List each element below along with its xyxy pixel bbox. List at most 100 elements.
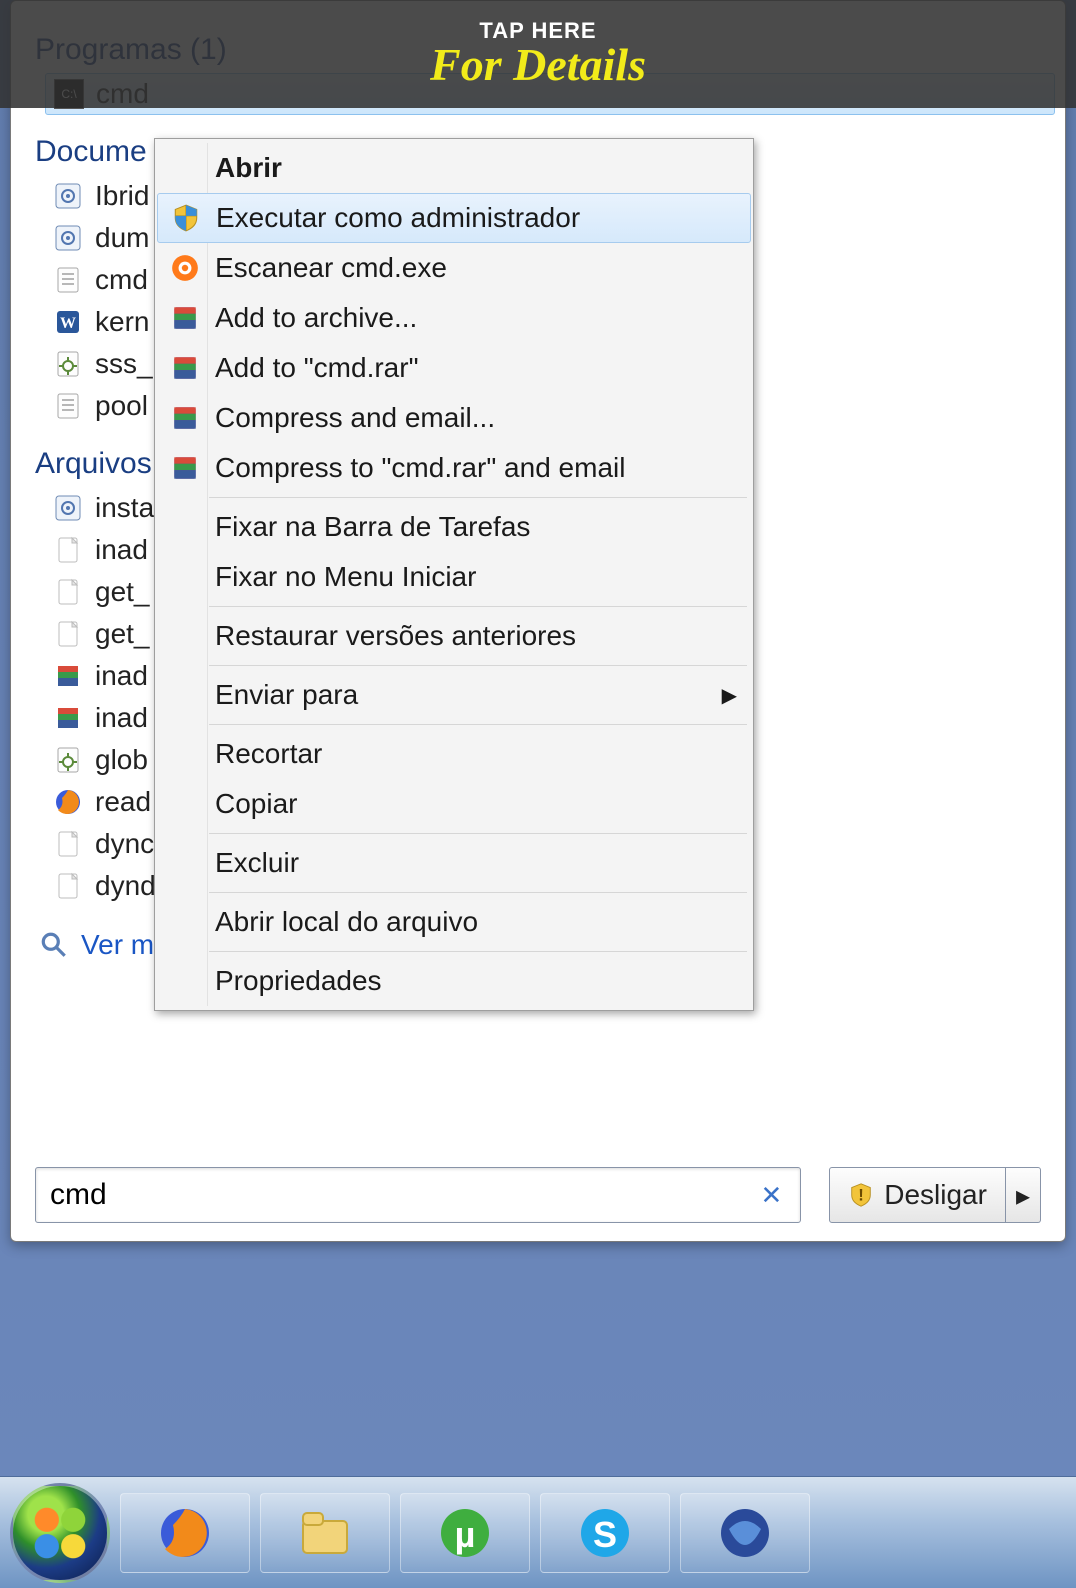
context-menu-separator	[209, 833, 747, 834]
context-menu-label: Add to archive...	[207, 302, 737, 334]
context-menu-separator	[209, 951, 747, 952]
blank-icon	[163, 557, 207, 597]
context-menu-label: Copiar	[207, 788, 737, 820]
start-button[interactable]	[10, 1483, 110, 1583]
context-menu-label: Restaurar versões anteriores	[207, 620, 737, 652]
context-menu-label: Recortar	[207, 738, 737, 770]
blank-icon	[53, 871, 83, 901]
context-menu-item[interactable]: Excluir	[157, 838, 751, 888]
txt-icon	[53, 265, 83, 295]
rar-icon	[53, 661, 83, 691]
context-menu-label: Abrir local do arquivo	[207, 906, 737, 938]
section-documentos-label: Docume	[35, 135, 147, 168]
blank-icon	[163, 148, 207, 188]
taskbar-skype[interactable]: S	[540, 1493, 670, 1573]
start-menu-footer: ✕ Desligar ▸	[35, 1167, 1041, 1223]
context-menu-label: Compress and email...	[207, 402, 737, 434]
search-icon	[39, 930, 69, 960]
txt-icon	[53, 391, 83, 421]
context-menu-label: Propriedades	[207, 965, 737, 997]
result-label: read	[95, 786, 151, 818]
shutdown-button[interactable]: Desligar	[829, 1167, 1006, 1223]
result-label: glob	[95, 744, 148, 776]
context-menu-item[interactable]: Executar como administrador	[157, 193, 751, 243]
section-programas-label: Programas (1)	[35, 33, 227, 67]
context-menu-item[interactable]: Abrir	[157, 143, 751, 193]
reg-icon	[53, 223, 83, 253]
context-menu-item[interactable]: Copiar	[157, 779, 751, 829]
blank-icon	[163, 902, 207, 942]
context-menu-item[interactable]: Fixar na Barra de Tarefas	[157, 502, 751, 552]
result-label: Ibrid	[95, 180, 149, 212]
blank-icon	[163, 734, 207, 774]
context-menu-item[interactable]: Restaurar versões anteriores	[157, 611, 751, 661]
section-programas: Programas (1)	[11, 1, 1065, 71]
result-label: inad	[95, 660, 148, 692]
context-menu-separator	[209, 892, 747, 893]
result-label: cmd	[96, 78, 149, 110]
context-menu-separator	[209, 724, 747, 725]
context-menu-label: Compress to "cmd.rar" and email	[207, 452, 737, 484]
context-menu-item[interactable]: Add to "cmd.rar"	[157, 343, 751, 393]
context-menu-separator	[209, 665, 747, 666]
context-menu-item[interactable]: Recortar	[157, 729, 751, 779]
shutdown-group: Desligar ▸	[829, 1167, 1041, 1223]
context-menu-separator	[209, 497, 747, 498]
word-icon	[53, 307, 83, 337]
context-menu-item[interactable]: Propriedades	[157, 956, 751, 1006]
rar-icon	[163, 398, 207, 438]
blank-icon	[163, 616, 207, 656]
rar-icon	[53, 703, 83, 733]
context-menu-label: Escanear cmd.exe	[207, 252, 737, 284]
clear-search-icon[interactable]: ✕	[756, 1180, 786, 1211]
section-arquivos-label: Arquivos	[35, 447, 152, 480]
blank-icon	[163, 507, 207, 547]
shutdown-label: Desligar	[884, 1179, 987, 1211]
result-label: dum	[95, 222, 149, 254]
context-menu-label: Excluir	[207, 847, 737, 879]
taskbar-utorrent[interactable]: µ	[400, 1493, 530, 1573]
svg-text:µ: µ	[455, 1514, 476, 1555]
result-label: dync	[95, 828, 154, 860]
rar-icon	[163, 348, 207, 388]
taskbar-thunderbird[interactable]	[680, 1493, 810, 1573]
rar-icon	[163, 448, 207, 488]
result-item[interactable]: C:\cmd	[45, 73, 1055, 115]
chevron-right-icon: ▶	[722, 683, 737, 708]
svg-text:S: S	[593, 1514, 617, 1555]
blank-icon	[163, 843, 207, 883]
context-menu-label: Fixar na Barra de Tarefas	[207, 511, 737, 543]
shutdown-options-button[interactable]: ▸	[1006, 1167, 1041, 1223]
context-menu-separator	[209, 606, 747, 607]
context-menu-label: Abrir	[207, 152, 737, 184]
taskbar-firefox[interactable]	[120, 1493, 250, 1573]
result-label: insta	[95, 492, 154, 524]
context-menu-item[interactable]: Abrir local do arquivo	[157, 897, 751, 947]
reg-icon	[53, 493, 83, 523]
reg-icon	[53, 181, 83, 211]
search-box[interactable]: ✕	[35, 1167, 801, 1223]
ff-icon	[53, 787, 83, 817]
context-menu-item[interactable]: Escanear cmd.exe	[157, 243, 751, 293]
blank-icon	[53, 535, 83, 565]
rar-icon	[163, 298, 207, 338]
context-menu-item[interactable]: Compress to "cmd.rar" and email	[157, 443, 751, 493]
blank-icon	[163, 784, 207, 824]
context-menu-label: Executar como administrador	[208, 202, 736, 234]
conf-icon	[53, 745, 83, 775]
blank-icon	[163, 961, 207, 1001]
avast-icon	[163, 248, 207, 288]
context-menu-item[interactable]: Enviar para▶	[157, 670, 751, 720]
context-menu: Abrir Executar como administrador Escanear…	[154, 138, 754, 1011]
search-input[interactable]	[50, 1178, 756, 1212]
context-menu-item[interactable]: Fixar no Menu Iniciar	[157, 552, 751, 602]
result-label: get_	[95, 576, 150, 608]
programas-list: C:\cmd	[11, 71, 1065, 121]
blank-icon	[53, 619, 83, 649]
result-label: get_	[95, 618, 150, 650]
context-menu-item[interactable]: Compress and email...	[157, 393, 751, 443]
context-menu-item[interactable]: Add to archive...	[157, 293, 751, 343]
taskbar-explorer[interactable]	[260, 1493, 390, 1573]
taskbar: µ S	[0, 1476, 1076, 1588]
blank-icon	[53, 577, 83, 607]
